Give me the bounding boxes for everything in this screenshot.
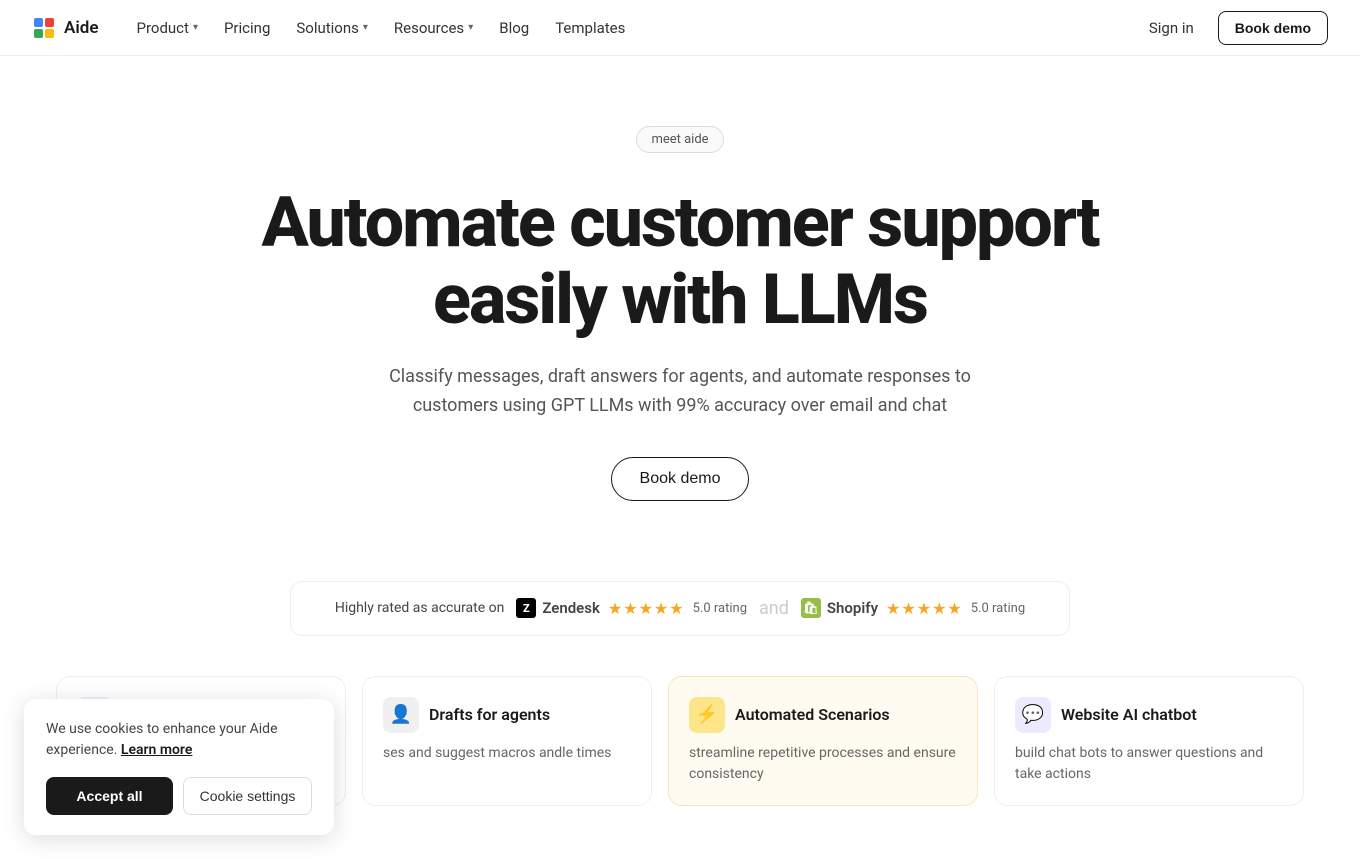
aide-logo-icon	[32, 16, 56, 40]
feature-desc-chatbot: build chat bots to answer questions and …	[1015, 743, 1283, 785]
zendesk-rating: Z Zendesk ★★★★★ 5.0 rating	[516, 598, 747, 618]
logo-text: Aide	[64, 18, 98, 38]
sign-in-link[interactable]: Sign in	[1137, 13, 1206, 43]
navigation: Aide Product ▾ Pricing Solutions ▾ Resou…	[0, 0, 1360, 56]
cookie-banner: We use cookies to enhance your Aide expe…	[24, 699, 334, 835]
logo[interactable]: Aide	[32, 16, 98, 40]
nav-item-solutions[interactable]: Solutions ▾	[284, 13, 380, 43]
feature-card-chatbot[interactable]: 💬 Website AI chatbot build chat bots to …	[994, 676, 1304, 806]
hero-subtitle: Classify messages, draft answers for age…	[380, 363, 980, 421]
automated-icon: ⚡	[689, 697, 725, 733]
shopify-rating-num: 5.0 rating	[971, 601, 1025, 616]
ratings-separator: and	[759, 598, 789, 619]
nav-item-templates[interactable]: Templates	[543, 13, 637, 43]
feature-card-header: ⚡ Automated Scenarios	[689, 697, 957, 733]
book-demo-hero-button[interactable]: Book demo	[611, 457, 750, 501]
nav-right: Sign in Book demo	[1137, 11, 1328, 45]
feature-desc-drafts: ses and suggest macros andle times	[383, 743, 631, 764]
feature-card-header: 👤 Drafts for agents	[383, 697, 631, 733]
nav-links: Product ▾ Pricing Solutions ▾ Resources …	[124, 13, 637, 43]
feature-title-drafts: Drafts for agents	[429, 705, 550, 724]
nav-item-product[interactable]: Product ▾	[124, 13, 209, 43]
ratings-bar: Highly rated as accurate on Z Zendesk ★★…	[290, 581, 1070, 636]
cookie-text: We use cookies to enhance your Aide expe…	[46, 719, 312, 761]
accept-all-button[interactable]: Accept all	[46, 777, 173, 815]
feature-desc-automated: streamline repetitive processes and ensu…	[689, 743, 957, 785]
chatbot-icon: 💬	[1015, 697, 1051, 733]
zendesk-icon: Z	[516, 598, 536, 618]
shopify-logo: 🛍 Shopify	[801, 598, 878, 618]
feature-card-drafts[interactable]: 👤 Drafts for agents ses and suggest macr…	[362, 676, 652, 806]
book-demo-nav-button[interactable]: Book demo	[1218, 11, 1328, 45]
chevron-down-icon: ▾	[468, 22, 473, 33]
learn-more-link[interactable]: Learn more	[121, 742, 192, 758]
nav-left: Aide Product ▾ Pricing Solutions ▾ Resou…	[32, 13, 637, 43]
meet-badge: meet aide	[636, 126, 723, 153]
hero-title: Automate customer support easily with LL…	[261, 185, 1098, 339]
ratings-prefix: Highly rated as accurate on	[335, 600, 505, 616]
nav-item-pricing[interactable]: Pricing	[212, 13, 282, 43]
feature-title-automated: Automated Scenarios	[735, 705, 890, 724]
drafts-icon: 👤	[383, 697, 419, 733]
shopify-stars: ★★★★★	[886, 599, 963, 618]
zendesk-rating-num: 5.0 rating	[693, 601, 747, 616]
feature-title-chatbot: Website AI chatbot	[1061, 705, 1197, 724]
hero-section: meet aide Automate customer support easi…	[0, 56, 1360, 551]
chevron-down-icon: ▾	[193, 22, 198, 33]
zendesk-stars: ★★★★★	[608, 599, 685, 618]
feature-card-automated[interactable]: ⚡ Automated Scenarios streamline repetit…	[668, 676, 978, 806]
shopify-rating: 🛍 Shopify ★★★★★ 5.0 rating	[801, 598, 1025, 618]
feature-card-header: 💬 Website AI chatbot	[1015, 697, 1283, 733]
chevron-down-icon: ▾	[363, 22, 368, 33]
cookie-buttons: Accept all Cookie settings	[46, 777, 312, 815]
nav-item-resources[interactable]: Resources ▾	[382, 13, 485, 43]
nav-item-blog[interactable]: Blog	[487, 13, 541, 43]
zendesk-logo: Z Zendesk	[516, 598, 600, 618]
cookie-settings-button[interactable]: Cookie settings	[183, 777, 312, 815]
shopify-icon: 🛍	[801, 598, 821, 618]
